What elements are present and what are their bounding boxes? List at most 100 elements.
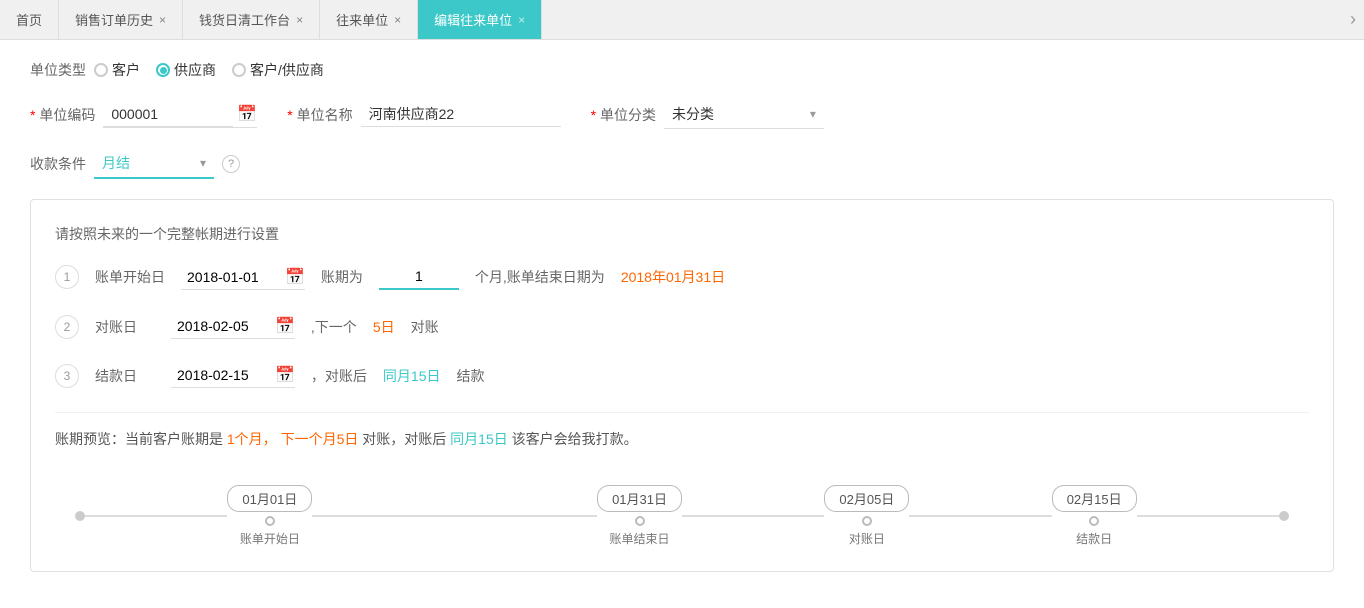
- row2-calendar-icon[interactable]: 📅: [275, 316, 295, 336]
- tab-sales-order-history-close[interactable]: ×: [159, 13, 166, 27]
- row2-date-input[interactable]: [171, 314, 271, 338]
- row2-highlight: 5日: [373, 317, 395, 337]
- tl-dot-2: [635, 516, 645, 526]
- radio-supplier-circle: [156, 63, 170, 77]
- payment-terms-chevron: ▾: [200, 156, 206, 170]
- radio-customer-circle: [94, 63, 108, 77]
- row1-label: 账单开始日: [95, 267, 165, 287]
- row2-suffix-after: 对账: [411, 317, 439, 337]
- radio-customer-supplier-label: 客户/供应商: [250, 60, 324, 80]
- tab-cash-goods-workbench-label: 钱货日清工作台: [199, 10, 290, 29]
- radio-customer-supplier[interactable]: 客户/供应商: [232, 60, 324, 80]
- tl-pill-3: 02月05日: [824, 485, 909, 512]
- tab-edit-partner-units-close[interactable]: ×: [518, 13, 525, 27]
- tab-cash-goods-workbench-close[interactable]: ×: [296, 13, 303, 27]
- unit-code-label: 单位编码: [30, 105, 95, 125]
- card-section: 请按照未来的一个完整帐期进行设置 1 账单开始日 📅 账期为 个月,账单结束日期…: [30, 199, 1334, 572]
- row3-label: 结款日: [95, 366, 155, 386]
- row3-highlight: 同月15日: [383, 366, 441, 386]
- row3-calendar-icon[interactable]: 📅: [275, 365, 295, 385]
- timeline-start-dot: [75, 511, 85, 521]
- timeline-row-1: 1 账单开始日 📅 账期为 个月,账单结束日期为 2018年01月31日: [55, 264, 1309, 290]
- radio-customer-label: 客户: [112, 60, 140, 80]
- unit-type-radio-group: 客户 供应商 客户/供应商: [94, 60, 324, 80]
- card-title: 请按照未来的一个完整帐期进行设置: [55, 224, 1309, 244]
- tl-connector-4: [1137, 515, 1279, 517]
- tl-connector-2: [682, 515, 824, 517]
- row1-suffix: 个月,账单结束日期为: [475, 267, 605, 287]
- tl-dot-1: [265, 516, 275, 526]
- unit-type-row: 单位类型 客户 供应商 客户/供应商: [30, 60, 1334, 80]
- timeline-row-2: 2 对账日 📅 ,下一个 5日 对账: [55, 314, 1309, 339]
- tl-label-2: 账单结束日: [610, 530, 670, 547]
- radio-customer-supplier-circle: [232, 63, 246, 77]
- tab-sales-order-history-label: 销售订单历史: [75, 10, 153, 29]
- row3-suffix-before: ，对账后: [311, 366, 367, 386]
- tl-label-1: 账单开始日: [240, 530, 300, 547]
- unit-code-group: 单位编码 📅: [30, 102, 257, 128]
- unit-category-select[interactable]: 未分类 ▾: [664, 100, 824, 129]
- step-num-1: 1: [55, 265, 79, 289]
- tab-partner-units[interactable]: 往来单位 ×: [320, 0, 418, 39]
- tab-sales-order-history[interactable]: 销售订单历史 ×: [59, 0, 183, 39]
- unit-name-label: 单位名称: [287, 105, 352, 125]
- row1-date-input[interactable]: [181, 265, 281, 289]
- row3-date-input[interactable]: [171, 363, 271, 387]
- radio-supplier-label: 供应商: [174, 60, 216, 80]
- tl-pill-2: 01月31日: [597, 485, 682, 512]
- radio-supplier[interactable]: 供应商: [156, 60, 216, 80]
- tl-pill-1: 01月01日: [227, 485, 312, 512]
- row3-date-wrap: 📅: [171, 363, 295, 388]
- preview-section: 账期预览：当前客户账期是 1个月， 下一个月5日 对账，对账后 同月15日 该客…: [55, 412, 1309, 465]
- period-input[interactable]: [379, 264, 459, 290]
- row1-end-date: 2018年01月31日: [621, 267, 725, 287]
- unit-code-input-wrap: 📅: [103, 102, 257, 128]
- step-num-2: 2: [55, 315, 79, 339]
- arrow-right-icon: ›: [1350, 9, 1356, 30]
- row1-calendar-icon[interactable]: 📅: [285, 267, 305, 287]
- tl-dot-4: [1089, 516, 1099, 526]
- row2-label: 对账日: [95, 317, 155, 337]
- timeline-bar: 01月01日 账单开始日 01月31日 账单结束日 02月05日 对账日: [55, 485, 1309, 547]
- payment-terms-row: 收款条件 月结 ▾ ?: [30, 149, 1334, 179]
- preview-3: 同月15日: [450, 431, 508, 447]
- unit-category-label: 单位分类: [591, 105, 656, 125]
- step-num-3: 3: [55, 364, 79, 388]
- payment-terms-value: 月结: [102, 153, 192, 173]
- tl-milestone-1: 01月01日 账单开始日: [227, 485, 312, 547]
- row2-date-wrap: 📅: [171, 314, 295, 339]
- tab-partner-units-close[interactable]: ×: [394, 13, 401, 27]
- row1-date-wrap: 📅: [181, 265, 305, 290]
- tl-milestone-2: 01月31日 账单结束日: [597, 485, 682, 547]
- unit-name-input[interactable]: [361, 102, 561, 127]
- payment-terms-group: 收款条件 月结 ▾ ?: [30, 149, 240, 179]
- radio-customer[interactable]: 客户: [94, 60, 140, 80]
- help-icon[interactable]: ?: [222, 155, 240, 173]
- payment-terms-label: 收款条件: [30, 154, 86, 174]
- row1-mid-label: 账期为: [321, 267, 363, 287]
- tab-edit-partner-units-label: 编辑往来单位: [434, 10, 512, 29]
- main-content: 单位类型 客户 供应商 客户/供应商 单位编码: [0, 40, 1364, 608]
- tab-edit-partner-units[interactable]: 编辑往来单位 ×: [418, 0, 542, 39]
- unit-info-row: 单位编码 📅 单位名称 单位分类 未分类 ▾: [30, 100, 1334, 129]
- unit-type-label: 单位类型: [30, 60, 86, 80]
- tab-home[interactable]: 首页: [0, 0, 59, 39]
- timeline-end-dot: [1279, 511, 1289, 521]
- tl-milestone-3: 02月05日 对账日: [824, 485, 909, 547]
- unit-code-icon[interactable]: 📅: [237, 104, 257, 124]
- preview-end: 该客户会给我打款。: [512, 431, 638, 447]
- tl-connector-3: [909, 515, 1051, 517]
- tab-partner-units-label: 往来单位: [336, 10, 388, 29]
- unit-code-input[interactable]: [103, 102, 233, 127]
- tab-cash-goods-workbench[interactable]: 钱货日清工作台 ×: [183, 0, 320, 39]
- tl-label-3: 对账日: [849, 530, 885, 547]
- preview-2: 下一个月5日: [281, 431, 359, 447]
- row2-suffix-before: ,下一个: [311, 317, 357, 337]
- tl-dot-3: [862, 516, 872, 526]
- payment-terms-select[interactable]: 月结 ▾: [94, 149, 214, 179]
- chevron-down-icon: ▾: [810, 107, 816, 121]
- row3-suffix-after: 结款: [457, 366, 485, 386]
- tab-home-label: 首页: [16, 10, 42, 29]
- help-text: ?: [228, 158, 234, 170]
- tab-arrow[interactable]: ›: [1342, 0, 1364, 39]
